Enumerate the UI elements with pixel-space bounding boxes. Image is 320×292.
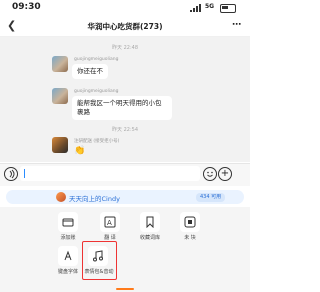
home-indicator: [116, 288, 134, 290]
tool-label: 翻 译: [104, 235, 116, 241]
emoji-icon[interactable]: [203, 167, 217, 181]
avatar[interactable]: [52, 137, 68, 153]
sender-name: guojingmeiguoliang: [74, 89, 119, 94]
wallet-icon[interactable]: [58, 212, 78, 232]
battery-icon: [220, 4, 236, 13]
voice-icon[interactable]: [4, 167, 18, 181]
message-input[interactable]: [20, 166, 200, 181]
sender-name: 注研配送 (接受拒小号): [74, 139, 120, 144]
tool-label: 未 块: [184, 235, 196, 241]
message-bubble[interactable]: 能帮我区一个明天得用的小包裹路: [72, 96, 172, 120]
translate-icon[interactable]: A: [100, 212, 120, 232]
avatar[interactable]: [52, 56, 68, 72]
clap-emoji[interactable]: 👏: [74, 146, 85, 156]
signal-icon: [190, 4, 201, 12]
more-options-icon[interactable]: ⋯: [232, 20, 241, 30]
message-bubble[interactable]: 你还在不: [72, 64, 108, 79]
text-cursor: [24, 169, 25, 178]
mention-badge[interactable]: 434 可用: [196, 193, 226, 202]
selection-highlight: [82, 241, 117, 280]
tool-panel: [0, 207, 250, 292]
sender-name: guojingmeiguoliang: [74, 57, 119, 62]
block-icon[interactable]: [180, 212, 200, 232]
status-time: 09:30: [12, 2, 41, 12]
timestamp: 昨天 22:48: [112, 45, 138, 51]
network-label: 5G: [205, 3, 215, 10]
svg-text:A: A: [107, 219, 112, 227]
bookmark-icon[interactable]: [140, 212, 160, 232]
mention-avatar: [56, 192, 66, 202]
plus-icon[interactable]: +: [218, 167, 232, 181]
tool-label: 收藏词库: [139, 235, 160, 241]
keyboard-font-icon[interactable]: [58, 246, 78, 266]
timestamp: 昨天 22:54: [112, 127, 138, 133]
chat-title: 华润中心吃货群(273): [87, 22, 163, 31]
mention-name: 天天向上的Cindy: [69, 195, 120, 203]
tool-label: 添加账: [60, 235, 76, 241]
avatar[interactable]: [52, 88, 68, 104]
